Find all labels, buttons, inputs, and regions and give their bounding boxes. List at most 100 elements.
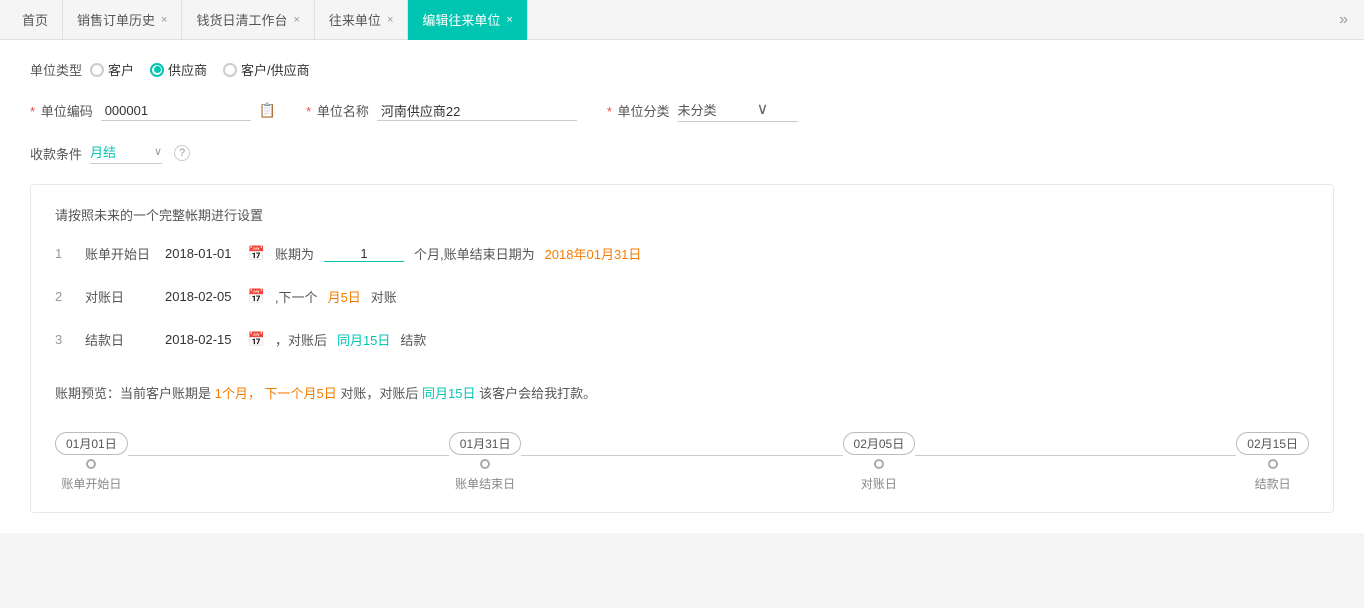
tab-edit-partner[interactable]: 编辑往来单位 × [408, 0, 527, 40]
preview-prefix: 账期预览：当前客户账期是 [55, 386, 211, 401]
unit-code-label: * 单位编码 [30, 101, 93, 120]
unit-category-label: * 单位分类 [607, 101, 670, 120]
tab-expand-icon[interactable]: » [1331, 11, 1356, 29]
required-star-category: * [607, 104, 612, 119]
period-desc-suffix-3: 结款 [400, 330, 426, 349]
category-select[interactable]: 未分类 ∨ [678, 99, 798, 122]
period-desc-prefix-1: 账期为 [275, 244, 314, 263]
tl-dot-4 [1268, 459, 1278, 469]
unit-type-row: 单位类型 客户 供应商 客户/供应商 [30, 60, 1334, 79]
tl-line-2 [521, 455, 842, 456]
radio-circle-customer [90, 63, 104, 77]
period-num-2: 2 [55, 289, 75, 304]
period-num-3: 3 [55, 332, 75, 347]
preview-part1: 1个月， [215, 386, 261, 401]
category-dropdown-icon: ∨ [757, 99, 769, 119]
radio-circle-both [223, 63, 237, 77]
period-desc-prefix-2: ,下一个 [275, 287, 318, 306]
copy-icon[interactable]: 📋 [259, 102, 276, 119]
period-highlight-1: 2018年01月31日 [545, 244, 642, 263]
radio-label-supplier: 供应商 [168, 60, 207, 79]
radio-label-customer: 客户 [108, 60, 134, 79]
radio-group-unit-type: 客户 供应商 客户/供应商 [90, 60, 310, 79]
close-icon[interactable]: × [293, 14, 299, 26]
tl-line-3 [915, 455, 1236, 456]
period-desc-prefix-3: ，对账后 [275, 330, 327, 349]
tl-label-1: 账单开始日 [61, 475, 121, 492]
tab-cash-work[interactable]: 钱货日清工作台 × [182, 0, 314, 40]
tl-dot-1 [86, 459, 96, 469]
payment-group: 收款条件 月结 ∨ ? [30, 142, 190, 164]
radio-customer[interactable]: 客户 [90, 60, 134, 79]
category-value: 未分类 [678, 100, 717, 119]
payment-dropdown-icon: ∨ [154, 145, 162, 158]
unit-name-group: * 单位名称 [306, 101, 577, 121]
required-star-code: * [30, 104, 35, 119]
required-star-name: * [306, 104, 311, 119]
unit-code-group: * 单位编码 📋 [30, 101, 276, 121]
radio-circle-supplier [150, 63, 164, 77]
period-row-2: 2 对账日 2018-02-05 📅 ,下一个 月5日 对账 [55, 287, 1309, 306]
tl-dot-2 [480, 459, 490, 469]
close-icon[interactable]: × [506, 14, 512, 26]
calendar-icon-3[interactable]: 📅 [248, 331, 265, 348]
unit-type-group: 单位类型 客户 供应商 客户/供应商 [30, 60, 310, 79]
tl-label-2: 账单结束日 [455, 475, 515, 492]
payment-value: 月结 [90, 142, 150, 161]
radio-label-both: 客户/供应商 [241, 60, 310, 79]
period-highlight-3: 同月15日 [337, 330, 390, 349]
unit-type-label: 单位类型 [30, 60, 82, 79]
period-num-1: 1 [55, 246, 75, 261]
period-label-1: 账单开始日 [85, 244, 155, 263]
tl-node-1: 01月01日 账单开始日 [55, 432, 128, 492]
calendar-icon-2[interactable]: 📅 [248, 288, 265, 305]
period-input-months[interactable] [324, 246, 404, 262]
preview-suffix: 该客户会给我打款。 [479, 386, 596, 401]
period-row-1: 1 账单开始日 2018-01-01 📅 账期为 个月,账单结束日期为 2018… [55, 244, 1309, 263]
period-row-3: 3 结款日 2018-02-15 📅 ，对账后 同月15日 结款 [55, 330, 1309, 349]
tl-badge-1: 01月01日 [55, 432, 128, 455]
unit-name-label: * 单位名称 [306, 101, 369, 120]
code-name-category-row: * 单位编码 📋 * 单位名称 * 单位分类 未分类 ∨ [30, 99, 1334, 122]
payment-row: 收款条件 月结 ∨ ? [30, 142, 1334, 164]
preview-text: 账期预览：当前客户账期是 1个月， 下一个月5日 对账，对账后 同月15日 该客… [55, 373, 1309, 412]
timeline: 01月01日 账单开始日 01月31日 账单结束日 02月05日 对账日 [55, 422, 1309, 492]
tabs-bar: 首页 销售订单历史 × 钱货日清工作台 × 往来单位 × 编辑往来单位 × » [0, 0, 1364, 40]
close-icon[interactable]: × [387, 14, 393, 26]
tl-node-2: 01月31日 账单结束日 [449, 432, 522, 492]
preview-middle: 对账，对账后 [340, 386, 418, 401]
main-content: 单位类型 客户 供应商 客户/供应商 * 单位编码 [0, 40, 1364, 533]
tl-dot-3 [874, 459, 884, 469]
tl-label-3: 对账日 [861, 475, 897, 492]
unit-code-input[interactable] [101, 101, 251, 121]
tl-line-1 [128, 455, 449, 456]
tl-badge-3: 02月05日 [843, 432, 916, 455]
period-date-1: 2018-01-01 [165, 246, 232, 261]
payment-label: 收款条件 [30, 144, 82, 163]
tab-sales-history[interactable]: 销售订单历史 × [63, 0, 182, 40]
tl-node-4: 02月15日 结款日 [1236, 432, 1309, 492]
calendar-icon-1[interactable]: 📅 [248, 245, 265, 262]
period-date-3: 2018-02-15 [165, 332, 232, 347]
unit-name-input[interactable] [377, 101, 577, 121]
tl-label-4: 结款日 [1255, 475, 1291, 492]
help-icon[interactable]: ? [174, 145, 190, 161]
period-date-2: 2018-02-05 [165, 289, 232, 304]
tl-badge-4: 02月15日 [1236, 432, 1309, 455]
radio-both[interactable]: 客户/供应商 [223, 60, 310, 79]
period-card: 请按照未来的一个完整帐期进行设置 1 账单开始日 2018-01-01 📅 账期… [30, 184, 1334, 513]
unit-category-group: * 单位分类 未分类 ∨ [607, 99, 798, 122]
period-highlight-2: 月5日 [328, 287, 361, 306]
tl-badge-2: 01月31日 [449, 432, 522, 455]
period-desc-suffix-2: 对账 [371, 287, 397, 306]
period-desc-suffix-1: 个月,账单结束日期为 [414, 244, 535, 263]
close-icon[interactable]: × [161, 14, 167, 26]
period-label-2: 对账日 [85, 287, 155, 306]
tab-home[interactable]: 首页 [8, 0, 63, 40]
tab-partner[interactable]: 往来单位 × [315, 0, 408, 40]
radio-supplier[interactable]: 供应商 [150, 60, 207, 79]
card-title: 请按照未来的一个完整帐期进行设置 [55, 205, 1309, 224]
payment-select[interactable]: 月结 ∨ [90, 142, 162, 164]
preview-part3: 同月15日 [422, 386, 475, 401]
period-label-3: 结款日 [85, 330, 155, 349]
